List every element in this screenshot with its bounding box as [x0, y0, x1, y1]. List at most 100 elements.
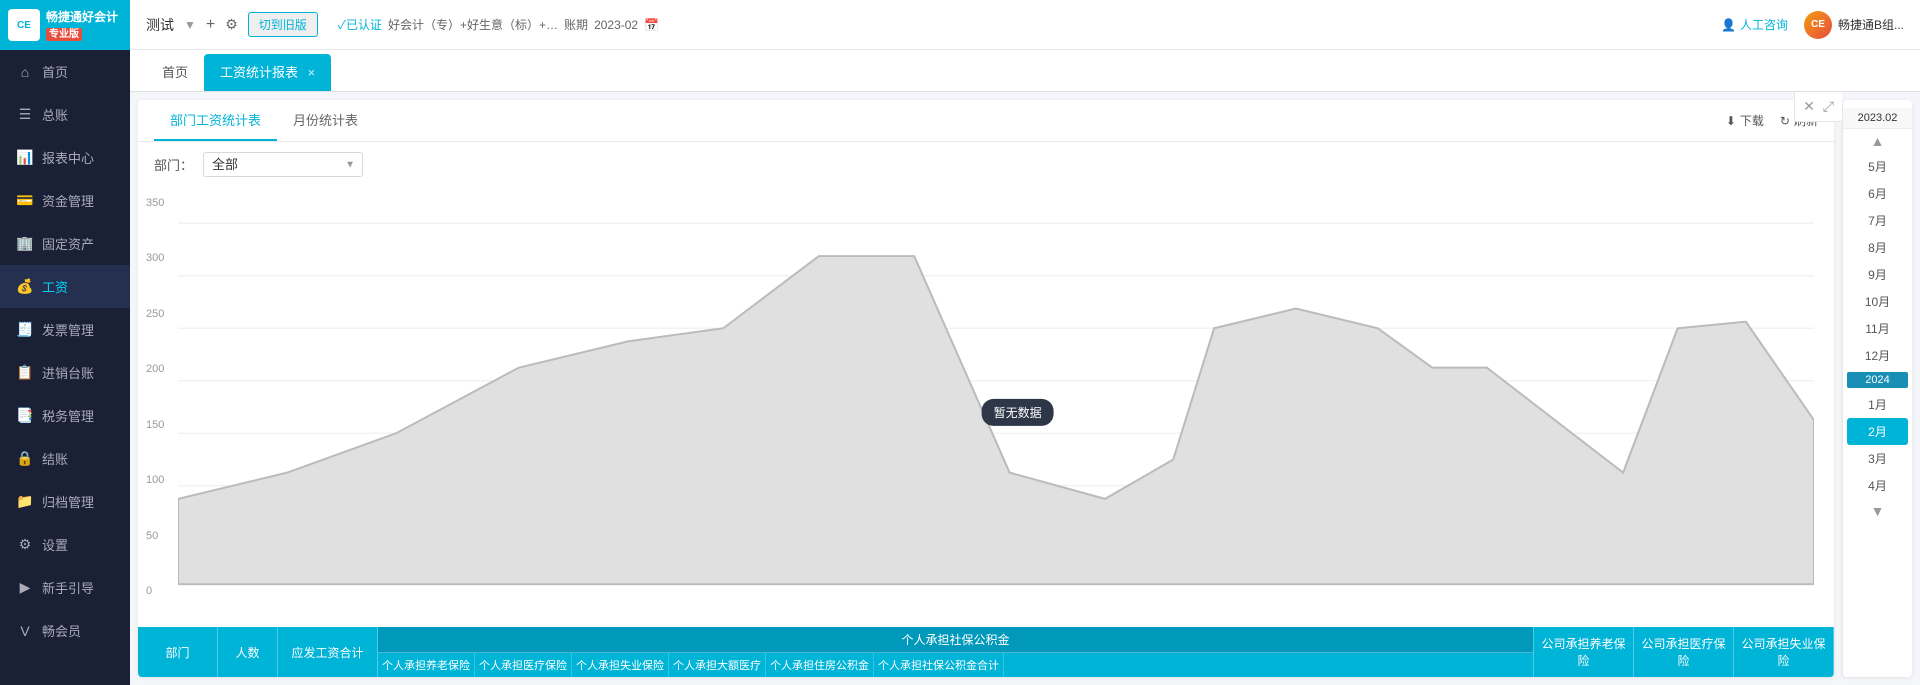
date-2024-month-2[interactable]: 2月	[1847, 418, 1908, 445]
date-month-10[interactable]: 10月	[1843, 288, 1912, 315]
dept-select-wrapper: 全部 部门A 部门B	[203, 152, 363, 177]
tab-close-button[interactable]: ×	[308, 65, 316, 80]
sub-tabs: 部门工资统计表 月份统计表	[154, 100, 374, 141]
sidebar-item-guide[interactable]: ▶ 新手引导	[0, 566, 130, 609]
col-personal-total: 个人承担社保公积金合计	[874, 653, 1004, 677]
sidebar: CE 畅捷通好会计 专业版 ⌂ 首页 ☰ 总账 📊 报表中心 💳 资金管理 🏢 …	[0, 0, 130, 685]
panel-expand-button[interactable]: ⤢	[1823, 98, 1834, 115]
archive-icon: 📁	[16, 493, 34, 510]
header-badges: ✓已认证 好会计（专）+好生意（标）+… 账期 2023-02 📅	[338, 16, 659, 33]
period-value: 2023-02	[594, 18, 638, 32]
tab-home[interactable]: 首页	[146, 54, 204, 91]
add-company-button[interactable]: +	[206, 16, 215, 34]
sub-tab-monthly[interactable]: 月份统计表	[277, 100, 374, 141]
col-personal-medical: 个人承担医疗保险	[475, 653, 572, 677]
download-button[interactable]: ⬇ 下载	[1726, 112, 1764, 129]
col-personal-unemployment: 个人承担失业保险	[572, 653, 669, 677]
date-month-7[interactable]: 7月	[1843, 207, 1912, 234]
tab-salary-report-label: 工资统计报表	[220, 65, 298, 80]
sub-tab-dept[interactable]: 部门工资统计表	[154, 100, 277, 141]
funds-icon: 💳	[16, 192, 34, 209]
cert-badge: ✓已认证	[338, 16, 382, 33]
help-button[interactable]: 👤 人工咨询	[1721, 16, 1788, 33]
date-nav-up-button[interactable]: ▲	[1867, 129, 1889, 153]
calendar-icon[interactable]: 📅	[644, 18, 659, 32]
user-menu-button[interactable]: CE 畅捷通B组...	[1804, 11, 1904, 39]
y-label-200: 200	[146, 363, 176, 375]
download-label: 下载	[1740, 112, 1764, 129]
sidebar-item-invoice[interactable]: 🧾 发票管理	[0, 308, 130, 351]
chart-container: 暂无数据	[178, 197, 1814, 617]
company-dropdown-icon[interactable]: ▼	[184, 18, 196, 32]
ledger-icon: ☰	[16, 106, 34, 123]
date-2024-month-3[interactable]: 3月	[1843, 445, 1912, 472]
user-avatar: CE	[1804, 11, 1832, 39]
sidebar-item-assets[interactable]: 🏢 固定资产	[0, 222, 130, 265]
sidebar-label-reports: 报表中心	[42, 148, 94, 167]
sidebar-label-home: 首页	[42, 62, 68, 81]
user-name: 畅捷通B组...	[1838, 16, 1904, 33]
sidebar-item-archive[interactable]: 📁 归档管理	[0, 480, 130, 523]
panel-close-button[interactable]: ✕	[1803, 98, 1815, 115]
vip-icon: V	[16, 623, 34, 639]
y-label-50: 50	[146, 530, 176, 542]
sales-icon: 📋	[16, 364, 34, 381]
date-2024-month-1[interactable]: 1月	[1843, 391, 1912, 418]
col-company-pension: 公司承担养老保险	[1534, 627, 1634, 677]
dept-select[interactable]: 全部 部门A 部门B	[203, 152, 363, 177]
sidebar-label-ledger: 总账	[42, 105, 68, 124]
sidebar-item-closing[interactable]: 🔒 结账	[0, 437, 130, 480]
y-label-150: 150	[146, 419, 176, 431]
sidebar-label-salary: 工资	[42, 277, 68, 296]
sidebar-item-reports[interactable]: 📊 报表中心	[0, 136, 130, 179]
account-type-badge: 好会计（专）+好生意（标）+…	[388, 16, 558, 33]
tab-salary-report[interactable]: 工资统计报表 ×	[204, 54, 331, 91]
filter-row: 部门： 全部 部门A 部门B	[138, 142, 1834, 187]
sidebar-item-salary[interactable]: 💰 工资	[0, 265, 130, 308]
sidebar-label-invoice: 发票管理	[42, 320, 94, 339]
col-group-personal-insurance-subs: 个人承担养老保险 个人承担医疗保险 个人承担失业保险 个人承担大额医疗 个人承担…	[378, 653, 1533, 677]
invoice-icon: 🧾	[16, 321, 34, 338]
settings-button[interactable]: ⚙	[225, 16, 238, 33]
date-nav-down-button[interactable]: ▼	[1867, 499, 1889, 523]
date-panel: 2023.02 ▲ 5月 6月 7月 8月 9月 10月 11月 12月 202…	[1842, 100, 1912, 677]
y-label-350: 350	[146, 197, 176, 209]
sidebar-label-funds: 资金管理	[42, 191, 94, 210]
sidebar-label-sales: 进销台账	[42, 363, 94, 382]
col-count: 人数	[218, 627, 278, 677]
date-year-2024[interactable]: 2024	[1847, 372, 1908, 388]
sidebar-item-home[interactable]: ⌂ 首页	[0, 50, 130, 93]
date-month-12[interactable]: 12月	[1843, 342, 1912, 369]
date-month-5[interactable]: 5月	[1843, 153, 1912, 180]
logo-sub-badge: 专业版	[46, 28, 82, 41]
y-label-300: 300	[146, 252, 176, 264]
switch-old-version-button[interactable]: 切到旧版	[248, 12, 318, 37]
sidebar-label-settings: 设置	[42, 535, 68, 554]
col-dept: 部门	[138, 627, 218, 677]
y-label-100: 100	[146, 474, 176, 486]
table-header: 部门 人数 应发工资合计 个人承担社保公积金 个人承担养老保险 个人承担医疗保险…	[138, 627, 1834, 677]
home-icon: ⌂	[16, 64, 34, 80]
top-header: 测试 ▼ + ⚙ 切到旧版 ✓已认证 好会计（专）+好生意（标）+… 账期 20…	[130, 0, 1920, 50]
sidebar-item-funds[interactable]: 💳 资金管理	[0, 179, 130, 222]
date-month-8[interactable]: 8月	[1843, 234, 1912, 261]
sidebar-item-sales[interactable]: 📋 进销台账	[0, 351, 130, 394]
date-month-9[interactable]: 9月	[1843, 261, 1912, 288]
closing-icon: 🔒	[16, 450, 34, 467]
date-2024-month-4[interactable]: 4月	[1843, 472, 1912, 499]
sidebar-item-ledger[interactable]: ☰ 总账	[0, 93, 130, 136]
sidebar-item-vip[interactable]: V 畅会员	[0, 609, 130, 652]
sidebar-label-assets: 固定资产	[42, 234, 94, 253]
download-icon: ⬇	[1726, 114, 1736, 128]
sub-tab-bar: 部门工资统计表 月份统计表 ⬇ 下载 ↻ 刷新	[138, 100, 1834, 142]
sidebar-item-tax[interactable]: 📑 税务管理	[0, 394, 130, 437]
date-month-6[interactable]: 6月	[1843, 180, 1912, 207]
col-group-personal-insurance: 个人承担社保公积金 个人承担养老保险 个人承担医疗保险 个人承担失业保险 个人承…	[378, 627, 1534, 677]
tab-bar: 首页 工资统计报表 ×	[130, 50, 1920, 92]
sidebar-label-vip: 畅会员	[42, 621, 81, 640]
assets-icon: 🏢	[16, 235, 34, 252]
refresh-icon: ↻	[1780, 114, 1790, 128]
chart-area: 350 300 250 200 150 100 50 0	[138, 187, 1834, 627]
date-month-11[interactable]: 11月	[1843, 315, 1912, 342]
sidebar-item-settings[interactable]: ⚙ 设置	[0, 523, 130, 566]
